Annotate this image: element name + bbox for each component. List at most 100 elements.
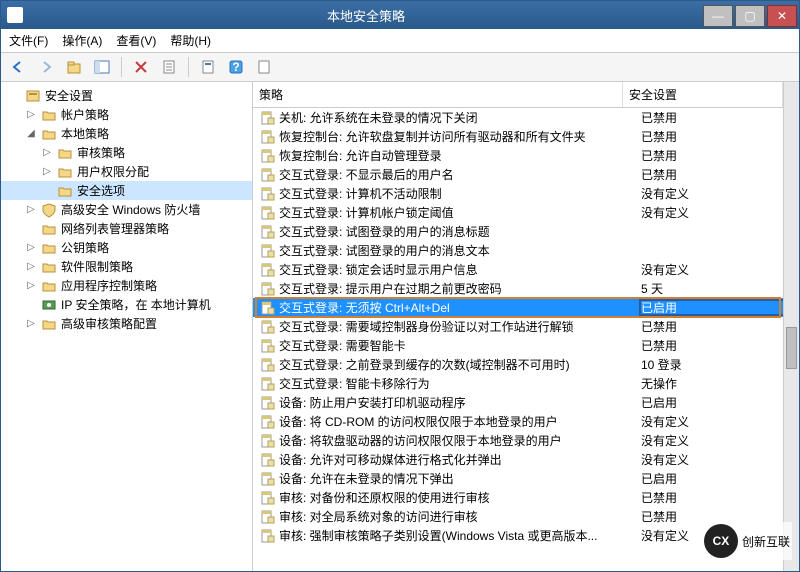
tree-pane[interactable]: 安全设置▷帐户策略◢本地策略▷审核策略▷用户权限分配安全选项▷高级安全 Wind… [1,82,253,571]
tree-item-label: 公钥策略 [61,239,109,256]
policy-row[interactable]: 交互式登录: 计算机帐户锁定阈值没有定义 [253,203,799,222]
delete-button[interactable] [130,56,152,78]
expander-icon[interactable]: ▷ [25,204,37,215]
menu-help[interactable]: 帮助(H) [170,32,211,49]
tree-item[interactable]: ▷ 用户权限分配 [1,162,252,181]
policy-row[interactable]: 设备: 防止用户安装打印机驱动程序已启用 [253,393,799,412]
policy-icon [259,281,275,297]
policy-setting: 5 天 [639,280,799,297]
expander-icon[interactable]: ▷ [25,280,37,291]
policy-row[interactable]: 设备: 将 CD-ROM 的访问权限仅限于本地登录的用户没有定义 [253,412,799,431]
tree-item[interactable]: 安全选项 [1,181,252,200]
policy-name: 交互式登录: 提示用户在过期之前更改密码 [279,280,639,297]
policy-row[interactable]: 交互式登录: 智能卡移除行为无操作 [253,374,799,393]
policy-row[interactable]: 恢复控制台: 允许软盘复制并访问所有驱动器和所有文件夹已禁用 [253,127,799,146]
policy-name: 设备: 防止用户安装打印机驱动程序 [279,394,639,411]
show-hide-button[interactable] [91,56,113,78]
policy-row[interactable]: 交互式登录: 锁定会话时显示用户信息没有定义 [253,260,799,279]
policy-setting: 已启用 [639,394,799,411]
tree-item-label: 用户权限分配 [77,163,149,180]
tree-item[interactable]: ▷审核策略 [1,143,252,162]
tree-item[interactable]: ◢本地策略 [1,124,252,143]
policy-setting: 无操作 [639,375,799,392]
tree-item[interactable]: ▷ 公钥策略 [1,238,252,257]
policy-icon [259,167,275,183]
tree-item[interactable]: ▷帐户策略 [1,105,252,124]
policy-row[interactable]: 交互式登录: 需要域控制器身份验证以对工作站进行解锁已禁用 [253,317,799,336]
policy-setting: 已禁用 [639,147,799,164]
policy-row[interactable]: 交互式登录: 提示用户在过期之前更改密码5 天 [253,279,799,298]
folder-icon [41,107,57,123]
policy-icon [259,509,275,525]
list-pane: 策略 安全设置 关机: 允许系统在未登录的情况下关闭已禁用恢复控制台: 允许软盘… [253,82,799,571]
policy-icon [259,205,275,221]
tree-item[interactable]: IP 安全策略，在 本地计算机 [1,295,252,314]
list-body[interactable]: 关机: 允许系统在未登录的情况下关闭已禁用恢复控制台: 允许软盘复制并访问所有驱… [253,108,799,571]
policy-icon [259,110,275,126]
security-settings-icon [25,88,41,104]
column-setting[interactable]: 安全设置 [623,82,783,107]
folder-icon [41,297,57,313]
policy-icon [259,224,275,240]
menubar: 文件(F) 操作(A) 查看(V) 帮助(H) [1,29,799,53]
policy-row[interactable]: 设备: 允许在未登录的情况下弹出已启用 [253,469,799,488]
expander-icon[interactable]: ▷ [25,318,37,329]
tree-item-label: 安全选项 [77,182,125,199]
policy-row[interactable]: 审核: 对备份和还原权限的使用进行审核已禁用 [253,488,799,507]
back-button[interactable] [7,56,29,78]
properties-button[interactable] [197,56,219,78]
policy-row[interactable]: 关机: 允许系统在未登录的情况下关闭已禁用 [253,108,799,127]
menu-view[interactable]: 查看(V) [116,32,156,49]
expander-icon[interactable]: ▷ [25,109,37,120]
minimize-button[interactable]: — [703,5,733,27]
tree-item[interactable]: ▷应用程序控制策略 [1,276,252,295]
expander-icon[interactable]: ▷ [25,261,37,272]
policy-row[interactable]: 交互式登录: 需要智能卡已禁用 [253,336,799,355]
policy-row[interactable]: 设备: 将软盘驱动器的访问权限仅限于本地登录的用户没有定义 [253,431,799,450]
expander-icon[interactable]: ▷ [41,147,53,158]
tree-item[interactable]: 网络列表管理器策略 [1,219,252,238]
policy-icon [259,186,275,202]
policy-row[interactable]: 交互式登录: 试图登录的用户的消息文本 [253,241,799,260]
policy-row[interactable]: 交互式登录: 不显示最后的用户名已禁用 [253,165,799,184]
policy-icon [259,395,275,411]
vertical-scrollbar[interactable] [783,82,799,571]
forward-button[interactable] [35,56,57,78]
policy-row[interactable]: 设备: 允许对可移动媒体进行格式化并弹出没有定义 [253,450,799,469]
column-policy[interactable]: 策略 [253,82,623,107]
policy-name: 交互式登录: 需要域控制器身份验证以对工作站进行解锁 [279,318,639,335]
up-button[interactable] [63,56,85,78]
expander-icon[interactable]: ▷ [41,166,53,177]
policy-row[interactable]: 恢复控制台: 允许自动管理登录已禁用 [253,146,799,165]
policy-setting: 没有定义 [639,204,799,221]
close-button[interactable]: ✕ [767,5,797,27]
policy-name: 交互式登录: 试图登录的用户的消息标题 [279,223,639,240]
tree-root-item[interactable]: 安全设置 [1,86,252,105]
tree-item[interactable]: ▷高级审核策略配置 [1,314,252,333]
menu-file[interactable]: 文件(F) [9,32,48,49]
refresh-button[interactable]: ? [225,56,247,78]
policy-row[interactable]: 交互式登录: 试图登录的用户的消息标题 [253,222,799,241]
window-title: 本地安全策略 [29,6,703,25]
policy-setting: 已禁用 [639,166,799,183]
policy-name: 交互式登录: 不显示最后的用户名 [279,166,639,183]
list-header: 策略 安全设置 [253,82,799,108]
policy-name: 交互式登录: 锁定会话时显示用户信息 [279,261,639,278]
tree-item-label: 软件限制策略 [61,258,133,275]
policy-name: 设备: 允许对可移动媒体进行格式化并弹出 [279,451,639,468]
expander-icon[interactable]: ◢ [25,128,37,139]
tree-item[interactable]: ▷高级安全 Windows 防火墙 [1,200,252,219]
tree-item[interactable]: ▷ 软件限制策略 [1,257,252,276]
policy-row[interactable]: 交互式登录: 无须按 Ctrl+Alt+Del已启用 [253,298,799,317]
policy-name: 恢复控制台: 允许软盘复制并访问所有驱动器和所有文件夹 [279,128,639,145]
expander-icon[interactable]: ▷ [25,242,37,253]
watermark: CX 创新互联 [702,522,792,560]
toolbar-divider [121,57,122,77]
policy-icon [259,376,275,392]
export-button[interactable] [158,56,180,78]
maximize-button[interactable]: ▢ [735,5,765,27]
policy-row[interactable]: 交互式登录: 之前登录到缓存的次数(域控制器不可用时)10 登录 [253,355,799,374]
menu-action[interactable]: 操作(A) [62,32,102,49]
policy-row[interactable]: 交互式登录: 计算机不活动限制没有定义 [253,184,799,203]
help-button[interactable] [253,56,275,78]
